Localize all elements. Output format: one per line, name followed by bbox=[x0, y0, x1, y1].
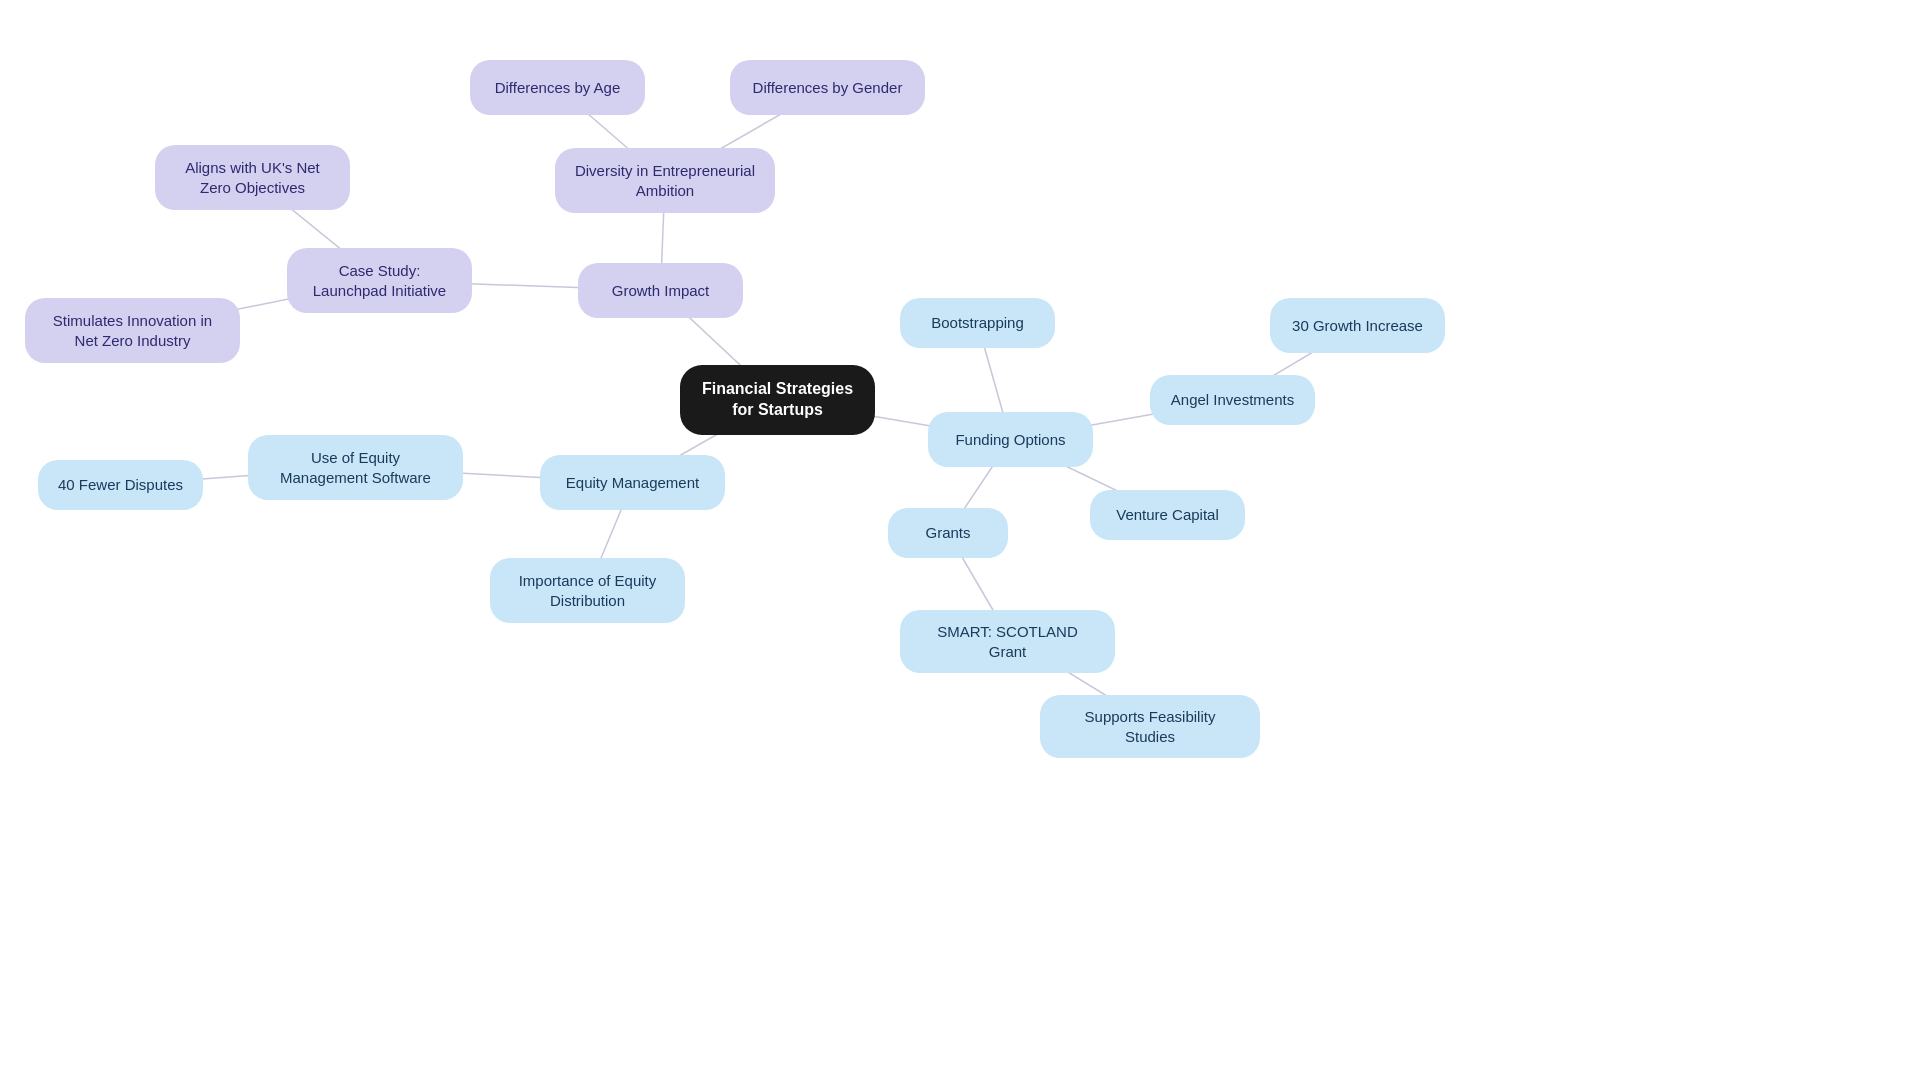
node-funding_options[interactable]: Funding Options bbox=[928, 412, 1093, 467]
node-differences_age[interactable]: Differences by Age bbox=[470, 60, 645, 115]
node-diversity[interactable]: Diversity in Entrepreneurial Ambition bbox=[555, 148, 775, 213]
node-growth_increase[interactable]: 30 Growth Increase bbox=[1270, 298, 1445, 353]
mind-map: Financial Strategies for Startups Differe… bbox=[0, 0, 1920, 1083]
node-grants[interactable]: Grants bbox=[888, 508, 1008, 558]
node-bootstrapping[interactable]: Bootstrapping bbox=[900, 298, 1055, 348]
node-center[interactable]: Financial Strategies for Startups bbox=[680, 365, 875, 435]
node-case_study[interactable]: Case Study: Launchpad Initiative bbox=[287, 248, 472, 313]
node-stimulates[interactable]: Stimulates Innovation in Net Zero Indust… bbox=[25, 298, 240, 363]
node-importance_equity[interactable]: Importance of Equity Distribution bbox=[490, 558, 685, 623]
node-venture[interactable]: Venture Capital bbox=[1090, 490, 1245, 540]
node-aligns[interactable]: Aligns with UK's Net Zero Objectives bbox=[155, 145, 350, 210]
node-use_equity[interactable]: Use of Equity Management Software bbox=[248, 435, 463, 500]
node-equity_mgmt[interactable]: Equity Management bbox=[540, 455, 725, 510]
node-fewer_disputes[interactable]: 40 Fewer Disputes bbox=[38, 460, 203, 510]
node-angel[interactable]: Angel Investments bbox=[1150, 375, 1315, 425]
node-smart_scotland[interactable]: SMART: SCOTLAND Grant bbox=[900, 610, 1115, 673]
node-growth_impact[interactable]: Growth Impact bbox=[578, 263, 743, 318]
node-differences_gender[interactable]: Differences by Gender bbox=[730, 60, 925, 115]
node-supports_feasibility[interactable]: Supports Feasibility Studies bbox=[1040, 695, 1260, 758]
